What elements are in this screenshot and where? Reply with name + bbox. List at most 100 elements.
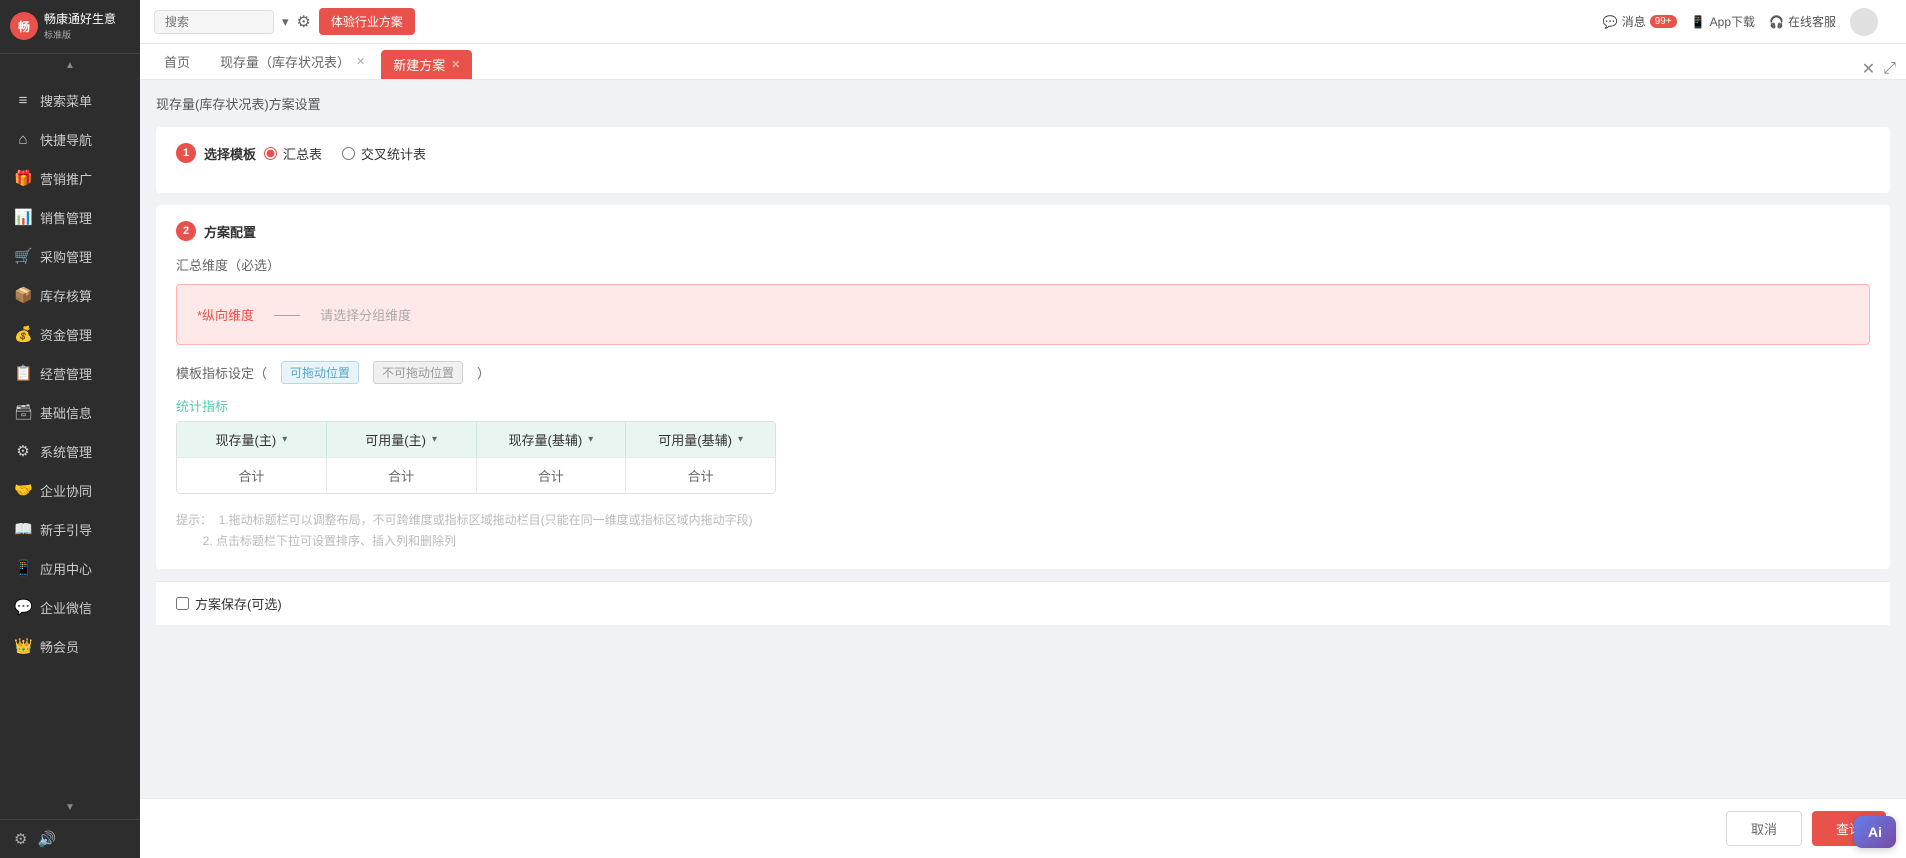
col-chevron-0[interactable]: ▾ bbox=[282, 434, 287, 445]
dimension-area[interactable]: *纵向维度 —— 请选择分组维度 bbox=[176, 284, 1870, 345]
radio-cross-label: 交叉统计表 bbox=[361, 144, 426, 163]
indicator-settings-row: 模板指标设定（ 可拖动位置 不可拖动位置 ） bbox=[176, 361, 1870, 384]
sidebar-item-label: 销售管理 bbox=[40, 208, 92, 227]
appstore-icon: 📱 bbox=[14, 559, 32, 577]
gear-icon[interactable]: ⚙ bbox=[297, 12, 311, 32]
sidebar-item-guide[interactable]: 📖 新手引导 bbox=[0, 510, 140, 549]
col-chevron-3[interactable]: ▾ bbox=[738, 434, 743, 445]
app-download-button[interactable]: 📱 App下载 bbox=[1691, 13, 1755, 30]
sidebar-item-inventory[interactable]: 📦 库存核算 bbox=[0, 276, 140, 315]
sidebar-scroll-up[interactable]: ▲ bbox=[0, 54, 140, 77]
page-title: 现存量(库存状况表)方案设置 bbox=[156, 94, 1890, 113]
sidebar-item-purchase[interactable]: 🛒 采购管理 bbox=[0, 237, 140, 276]
sidebar-item-appstore[interactable]: 📱 应用中心 bbox=[0, 549, 140, 588]
tab-inventory-label: 现存量（库存状况表） bbox=[220, 52, 350, 71]
hint-item-1: 2. 点击标题栏下拉可设置排序、插入列和删除列 bbox=[176, 532, 1870, 549]
radio-cross-input[interactable] bbox=[342, 147, 355, 160]
sales-icon: 📊 bbox=[14, 208, 32, 226]
messages-button[interactable]: 💬 消息 99+ bbox=[1603, 13, 1677, 30]
topbar-left: ▾ ⚙ 体验行业方案 bbox=[154, 8, 1593, 35]
sidebar-item-nav[interactable]: ⌂ 快捷导航 bbox=[0, 120, 140, 159]
tab-home[interactable]: 首页 bbox=[150, 46, 204, 79]
hint-text-0: 1.拖动标题栏可以调整布局，不可跨维度或指标区域拖动栏目(只能在同一维度或指标区… bbox=[219, 513, 753, 527]
sidebar-item-label: 系统管理 bbox=[40, 442, 92, 461]
stats-section: 统计指标 现存量(主) ▾ 可用量(主) ▾ 现存量(基辅) bbox=[176, 396, 1870, 497]
avatar[interactable] bbox=[1850, 8, 1878, 36]
sidebar: 畅 畅康通好生意 标准版 ▲ ≡ 搜索菜单 ⌂ 快捷导航 🎁 营销推广 📊 销售… bbox=[0, 0, 140, 858]
radio-summary-label: 汇总表 bbox=[283, 144, 322, 163]
nav-icon: ⌂ bbox=[14, 131, 32, 148]
search-input[interactable] bbox=[154, 10, 274, 34]
template-options: 汇总表 交叉统计表 bbox=[264, 144, 426, 163]
sidebar-item-search[interactable]: ≡ 搜索菜单 bbox=[0, 81, 140, 120]
member-icon: 👑 bbox=[14, 637, 32, 655]
hint-section: 提示： 1.拖动标题栏可以调整布局，不可跨维度或指标区域拖动栏目(只能在同一维度… bbox=[176, 511, 1870, 549]
step2-header: 2 方案配置 bbox=[176, 221, 1870, 241]
sidebar-menu: ≡ 搜索菜单 ⌂ 快捷导航 🎁 营销推广 📊 销售管理 🛒 采购管理 📦 库存核… bbox=[0, 77, 140, 796]
purchase-icon: 🛒 bbox=[14, 247, 32, 265]
col-header-2[interactable]: 现存量(基辅) ▾ bbox=[477, 422, 627, 457]
indicator-settings-label: 模板指标设定（ bbox=[176, 363, 267, 382]
ai-float-button[interactable]: Ai bbox=[1854, 816, 1896, 848]
col-label-2: 现存量(基辅) bbox=[509, 430, 583, 449]
tab-inventory[interactable]: 现存量（库存状况表） ✕ bbox=[206, 46, 379, 79]
stats-header-row: 现存量(主) ▾ 可用量(主) ▾ 现存量(基辅) ▾ 可用量(基辅) bbox=[177, 422, 775, 457]
tab-inventory-close-icon[interactable]: ✕ bbox=[356, 55, 365, 68]
tab-new-plan[interactable]: 新建方案 ✕ bbox=[381, 50, 472, 79]
settings-icon[interactable]: ⚙ bbox=[14, 830, 27, 848]
sidebar-item-wechat[interactable]: 💬 企业微信 bbox=[0, 588, 140, 627]
main-area: ▾ ⚙ 体验行业方案 💬 消息 99+ 📱 App下载 🎧 在线客服 首页 bbox=[140, 0, 1906, 858]
col-header-1[interactable]: 可用量(主) ▾ bbox=[327, 422, 477, 457]
industry-button[interactable]: 体验行业方案 bbox=[319, 8, 415, 35]
sidebar-item-management[interactable]: 📋 经营管理 bbox=[0, 354, 140, 393]
sidebar-scroll-down[interactable]: ▼ bbox=[0, 796, 140, 819]
sidebar-item-label: 基础信息 bbox=[40, 403, 92, 422]
scroll-up-arrow[interactable]: ▲ bbox=[57, 58, 83, 73]
sidebar-item-collab[interactable]: 🤝 企业协同 bbox=[0, 471, 140, 510]
tab-new-plan-close-icon[interactable]: ✕ bbox=[451, 58, 460, 71]
sidebar-item-label: 企业微信 bbox=[40, 598, 92, 617]
sidebar-item-marketing[interactable]: 🎁 营销推广 bbox=[0, 159, 140, 198]
indicator-settings-suffix: ） bbox=[477, 363, 490, 382]
radio-summary-input[interactable] bbox=[264, 147, 277, 160]
online-service-button[interactable]: 🎧 在线客服 bbox=[1769, 13, 1836, 30]
tab-close-btn[interactable]: ✕ bbox=[1862, 59, 1875, 79]
draggable-badge: 可拖动位置 bbox=[281, 361, 359, 384]
finance-icon: 💰 bbox=[14, 325, 32, 343]
sidebar-item-system[interactable]: ⚙ 系统管理 bbox=[0, 432, 140, 471]
search-dropdown-button[interactable]: ▾ bbox=[282, 14, 289, 30]
sidebar-item-finance[interactable]: 💰 资金管理 bbox=[0, 315, 140, 354]
save-checkbox-label[interactable]: 方案保存(可选) bbox=[176, 594, 282, 613]
col-header-0[interactable]: 现存量(主) ▾ bbox=[177, 422, 327, 457]
cancel-button[interactable]: 取消 bbox=[1726, 811, 1802, 846]
app-download-label: App下载 bbox=[1710, 13, 1755, 30]
messages-label: 消息 bbox=[1622, 13, 1646, 30]
col-chevron-2[interactable]: ▾ bbox=[588, 434, 593, 445]
sidebar-item-label: 库存核算 bbox=[40, 286, 92, 305]
tab-expand-btn[interactable]: ⤢ bbox=[1883, 60, 1896, 78]
save-checkbox-text: 方案保存(可选) bbox=[195, 594, 282, 613]
logo-icon: 畅 bbox=[10, 12, 38, 40]
radio-summary[interactable]: 汇总表 bbox=[264, 144, 322, 163]
dim-placeholder: 请选择分组维度 bbox=[320, 305, 411, 324]
sidebar-item-label: 资金管理 bbox=[40, 325, 92, 344]
tabs-bar: 首页 现存量（库存状况表） ✕ 新建方案 ✕ ✕ ⤢ bbox=[140, 44, 1906, 80]
sidebar-item-member[interactable]: 👑 畅会员 bbox=[0, 627, 140, 666]
scroll-down-arrow[interactable]: ▼ bbox=[57, 800, 83, 815]
stats-table: 现存量(主) ▾ 可用量(主) ▾ 现存量(基辅) ▾ 可用量(基辅) bbox=[176, 421, 776, 494]
radio-cross[interactable]: 交叉统计表 bbox=[342, 144, 426, 163]
sidebar-item-label: 经营管理 bbox=[40, 364, 92, 383]
save-checkbox-input[interactable] bbox=[176, 597, 189, 610]
sidebar-item-basic[interactable]: 🗃 基础信息 bbox=[0, 393, 140, 432]
volume-icon[interactable]: 🔊 bbox=[37, 830, 56, 848]
col-header-3[interactable]: 可用量(基辅) ▾ bbox=[626, 422, 775, 457]
topbar: ▾ ⚙ 体验行业方案 💬 消息 99+ 📱 App下载 🎧 在线客服 bbox=[140, 0, 1906, 44]
tabs-right-actions: ✕ ⤢ bbox=[1862, 59, 1896, 79]
sidebar-item-sales[interactable]: 📊 销售管理 bbox=[0, 198, 140, 237]
step2-title: 方案配置 bbox=[204, 222, 256, 241]
hint-item-0: 提示： 1.拖动标题栏可以调整布局，不可跨维度或指标区域拖动栏目(只能在同一维度… bbox=[176, 511, 1870, 528]
wechat-icon: 💬 bbox=[14, 598, 32, 616]
sidebar-item-label: 采购管理 bbox=[40, 247, 92, 266]
marketing-icon: 🎁 bbox=[14, 169, 32, 187]
col-chevron-1[interactable]: ▾ bbox=[432, 434, 437, 445]
